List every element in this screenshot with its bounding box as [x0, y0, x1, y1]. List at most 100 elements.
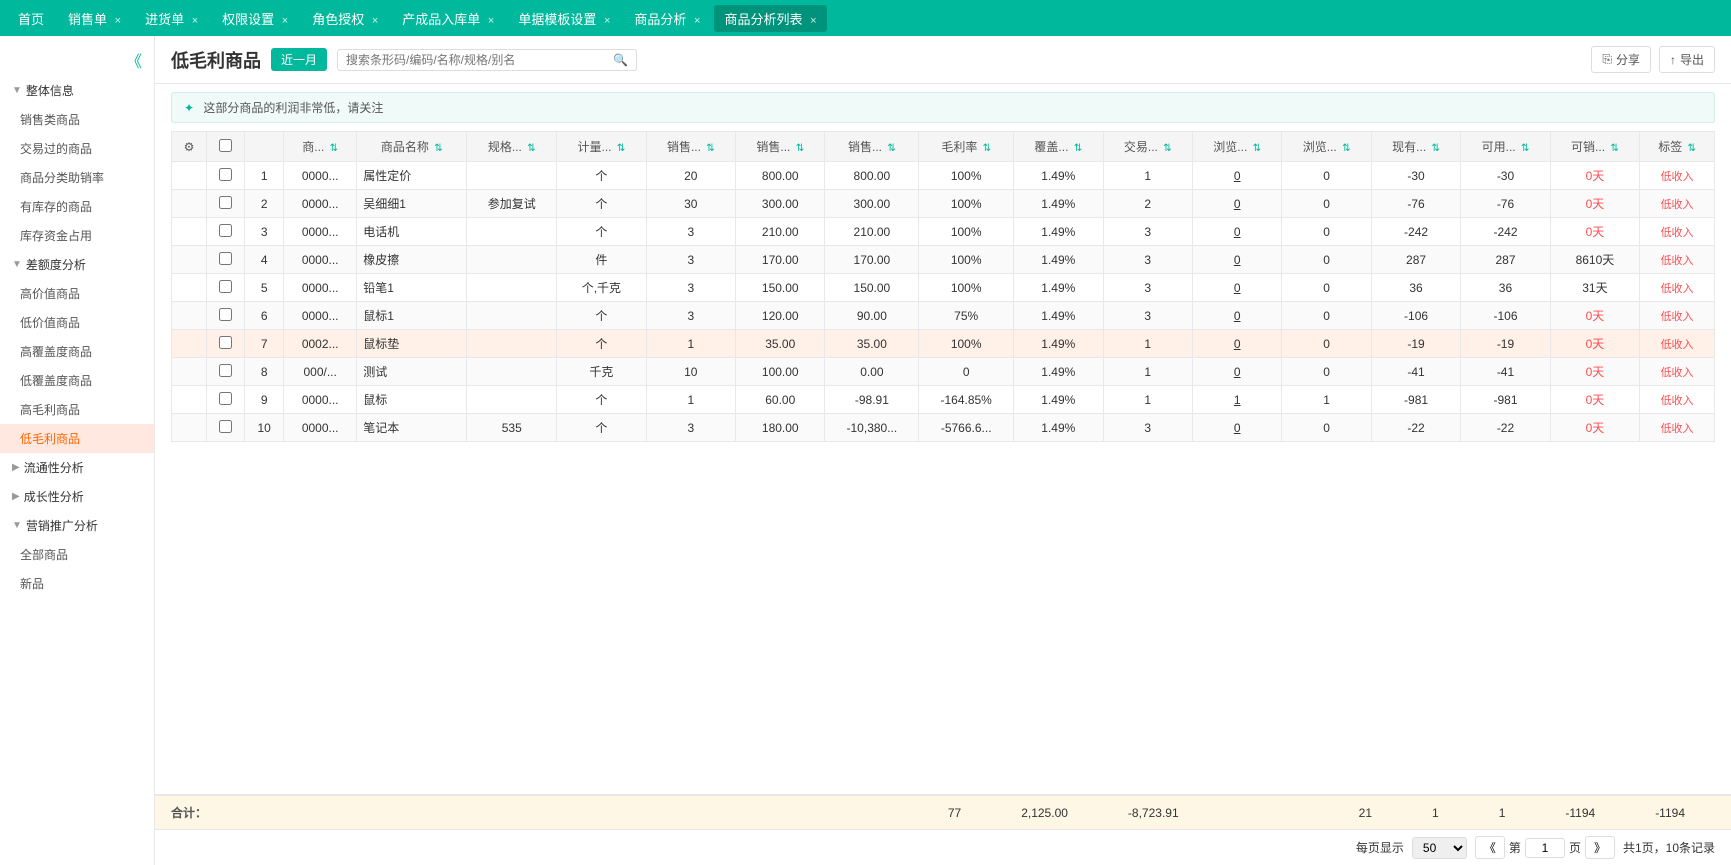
row-checkbox-8[interactable] — [219, 392, 232, 405]
nav-home[interactable]: 首页 — [8, 5, 54, 32]
prev-page-button[interactable]: 《 — [1475, 836, 1505, 859]
th-sellable[interactable]: 可销... ⇅ — [1550, 132, 1639, 162]
sidebar-item-traded-goods[interactable]: 交易过的商品 — [0, 134, 154, 163]
export-button[interactable]: ↑ 导出 — [1659, 46, 1715, 73]
sidebar-item-category-rate[interactable]: 商品分类助销率 — [0, 163, 154, 192]
row-checkbox-3[interactable] — [219, 252, 232, 265]
sidebar-item-high-coverage[interactable]: 高覆盖度商品 — [0, 337, 154, 366]
cell-unit-7: 千克 — [557, 358, 646, 386]
date-filter-button[interactable]: 近一月 — [271, 48, 327, 71]
th-code[interactable]: 商... ⇅ — [284, 132, 357, 162]
close-analysis-list-icon[interactable]: × — [810, 15, 816, 27]
th-available[interactable]: 可用... ⇅ — [1461, 132, 1550, 162]
browse1-value-3[interactable]: 0 — [1234, 253, 1241, 267]
row-checkbox-6[interactable] — [219, 336, 232, 349]
nav-sales[interactable]: 销售单 × — [58, 5, 131, 32]
th-spec[interactable]: 规格... ⇅ — [467, 132, 557, 162]
browse1-value-9[interactable]: 0 — [1234, 421, 1241, 435]
sidebar-section-margin[interactable]: ▼ 差额度分析 — [0, 250, 154, 279]
close-role-icon[interactable]: × — [372, 15, 378, 27]
next-page-button[interactable]: 》 — [1585, 836, 1615, 859]
total-transaction: 21 — [1359, 806, 1372, 820]
cell-unit-9: 个 — [557, 414, 646, 442]
nav-analysis[interactable]: 商品分析 × — [624, 5, 710, 32]
nav-role[interactable]: 角色授权 × — [302, 5, 388, 32]
th-name[interactable]: 商品名称 ⇅ — [357, 132, 467, 162]
th-current-stock[interactable]: 现有... ⇅ — [1371, 132, 1460, 162]
row-checkbox-4[interactable] — [219, 280, 232, 293]
th-transaction[interactable]: 交易... ⇅ — [1103, 132, 1192, 162]
sidebar-section-growth[interactable]: ▶ 成长性分析 — [0, 482, 154, 511]
search-input[interactable] — [346, 53, 609, 67]
browse1-value-5[interactable]: 0 — [1234, 309, 1241, 323]
row-checkbox-2[interactable] — [219, 224, 232, 237]
th-tag[interactable]: 标签 ⇅ — [1640, 132, 1715, 162]
sidebar-item-sales-goods[interactable]: 销售类商品 — [0, 105, 154, 134]
th-unit[interactable]: 计量... ⇅ — [557, 132, 646, 162]
cell-available-7: -41 — [1461, 358, 1550, 386]
nav-permission[interactable]: 权限设置 × — [212, 5, 298, 32]
sidebar-item-new-goods[interactable]: 新品 — [0, 569, 154, 598]
cell-gross-margin-4: 100% — [919, 274, 1014, 302]
sidebar-item-low-coverage[interactable]: 低覆盖度商品 — [0, 366, 154, 395]
browse1-value-8[interactable]: 1 — [1234, 393, 1241, 407]
cell-spec-6 — [467, 330, 557, 358]
sidebar-item-all-goods[interactable]: 全部商品 — [0, 540, 154, 569]
browse1-value-7[interactable]: 0 — [1234, 365, 1241, 379]
th-sales-amount[interactable]: 销售... ⇅ — [825, 132, 919, 162]
cell-checkbox-5 — [206, 302, 244, 330]
row-checkbox-1[interactable] — [219, 196, 232, 209]
th-gross-margin[interactable]: 毛利率 ⇅ — [919, 132, 1014, 162]
browse1-value-2[interactable]: 0 — [1234, 225, 1241, 239]
sidebar-item-stock-goods[interactable]: 有库存的商品 — [0, 192, 154, 221]
sidebar-collapse-button[interactable]: 《 — [122, 48, 146, 72]
th-browse1[interactable]: 浏览... ⇅ — [1192, 132, 1281, 162]
cell-tag-2: 低收入 — [1640, 218, 1715, 246]
browse1-value-0[interactable]: 0 — [1234, 169, 1241, 183]
cell-tag-5: 低收入 — [1640, 302, 1715, 330]
sidebar-section-liquidity[interactable]: ▶ 流通性分析 — [0, 453, 154, 482]
row-checkbox-0[interactable] — [219, 168, 232, 181]
th-sales-qty[interactable]: 销售... ⇅ — [646, 132, 735, 162]
cell-browse2-0: 0 — [1282, 162, 1371, 190]
cell-browse1-7: 0 — [1192, 358, 1281, 386]
sidebar-item-stock-capital[interactable]: 库存资金占用 — [0, 221, 154, 250]
nav-purchase[interactable]: 进货单 × — [135, 5, 208, 32]
cell-current-stock-8: -981 — [1371, 386, 1460, 414]
per-page-label: 每页显示 — [1356, 839, 1404, 856]
page-input[interactable] — [1525, 838, 1565, 858]
settings-icon[interactable]: ⚙ — [184, 140, 195, 154]
th-settings[interactable]: ⚙ — [172, 132, 207, 162]
share-button[interactable]: ⎘ 分享 — [1591, 46, 1651, 73]
per-page-select[interactable]: 50 20 100 — [1412, 837, 1467, 859]
row-checkbox-7[interactable] — [219, 364, 232, 377]
close-sales-icon[interactable]: × — [115, 15, 121, 27]
sidebar-item-high-margin[interactable]: 高毛利商品 — [0, 395, 154, 424]
browse1-value-1[interactable]: 0 — [1234, 197, 1241, 211]
sidebar-section-overall[interactable]: ▼ 整体信息 — [0, 76, 154, 105]
sidebar-section-marketing[interactable]: ▼ 营销推广分析 — [0, 511, 154, 540]
close-template-icon[interactable]: × — [604, 15, 610, 27]
close-analysis-icon[interactable]: × — [694, 15, 700, 27]
sidebar-item-low-value[interactable]: 低价值商品 — [0, 308, 154, 337]
th-coverage[interactable]: 覆盖... ⇅ — [1014, 132, 1103, 162]
total-row: 合计： 77 2,125.00 -8,723.91 21 1 1 -1194 -… — [155, 794, 1731, 829]
cell-tag-7: 低收入 — [1640, 358, 1715, 386]
nav-analysis-list[interactable]: 商品分析列表 × — [714, 5, 826, 32]
select-all-checkbox[interactable] — [219, 139, 232, 152]
browse1-value-4[interactable]: 0 — [1234, 281, 1241, 295]
th-browse2[interactable]: 浏览... ⇅ — [1282, 132, 1371, 162]
close-purchase-icon[interactable]: × — [192, 15, 198, 27]
search-icon[interactable]: 🔍 — [613, 53, 628, 67]
sidebar-item-high-value[interactable]: 高价值商品 — [0, 279, 154, 308]
row-checkbox-5[interactable] — [219, 308, 232, 321]
browse1-value-6[interactable]: 0 — [1234, 337, 1241, 351]
close-product-entry-icon[interactable]: × — [488, 15, 494, 27]
th-sales-price[interactable]: 销售... ⇅ — [736, 132, 825, 162]
sidebar-item-low-margin[interactable]: 低毛利商品 — [0, 424, 154, 453]
total-label: 合计： — [171, 804, 207, 821]
close-permission-icon[interactable]: × — [282, 15, 288, 27]
nav-product-entry[interactable]: 产成品入库单 × — [392, 5, 504, 32]
nav-template[interactable]: 单据模板设置 × — [508, 5, 620, 32]
row-checkbox-9[interactable] — [219, 420, 232, 433]
